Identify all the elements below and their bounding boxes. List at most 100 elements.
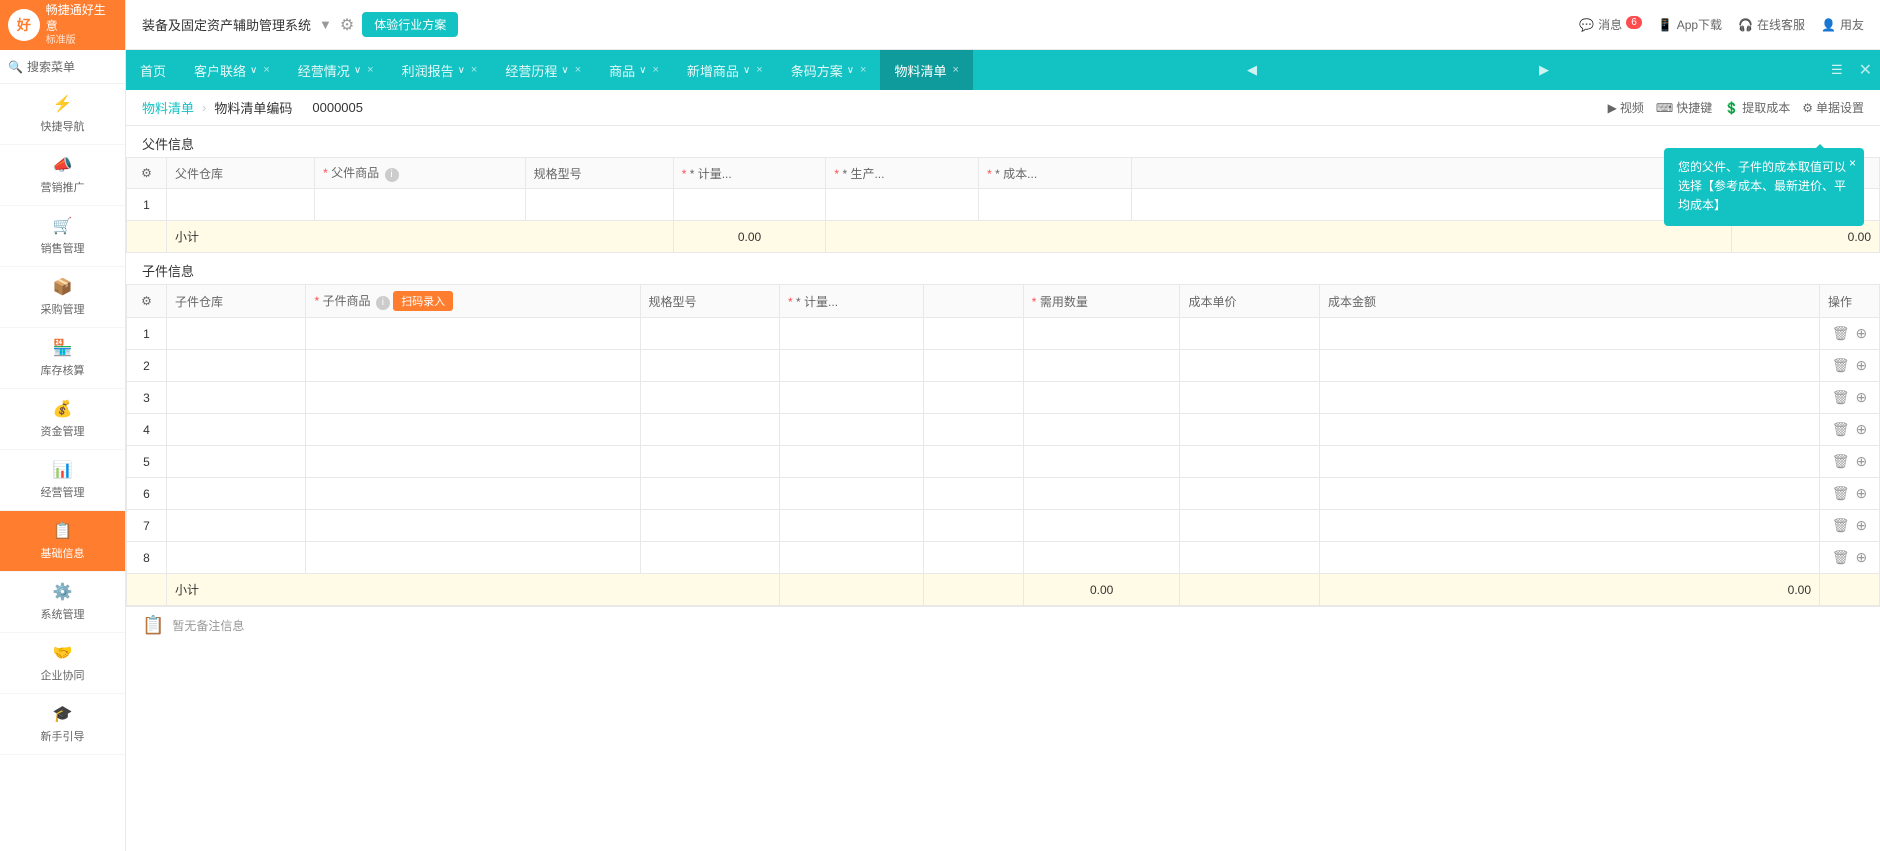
child-spec-cell[interactable] (640, 478, 779, 510)
child-spec-cell[interactable] (640, 510, 779, 542)
child-quantity-cell[interactable] (1023, 446, 1180, 478)
child-unit-cost-cell[interactable] (1180, 318, 1320, 350)
sidebar-item-quick-nav[interactable]: ⚡ 快捷导航 (0, 84, 125, 145)
tab-goods[interactable]: 商品 ∨ × (595, 50, 673, 90)
sidebar-item-inventory[interactable]: 🏪 库存核算 (0, 328, 125, 389)
child-unit-cost-cell[interactable] (1180, 510, 1320, 542)
tooltip-close-button[interactable]: × (1849, 154, 1856, 173)
child-quantity-cell[interactable] (1023, 542, 1180, 574)
child-unit-cell[interactable] (780, 350, 924, 382)
tab-operations[interactable]: 经营情况 ∨ × (284, 50, 388, 90)
child-unit-cell[interactable] (780, 478, 924, 510)
child-unit-cost-cell[interactable] (1180, 446, 1320, 478)
online-service-button[interactable]: 🎧 在线客服 (1738, 16, 1805, 33)
delete-icon[interactable]: 🗑 (1832, 389, 1850, 406)
child-unit-cell[interactable] (780, 446, 924, 478)
barcode-tab-close[interactable]: × (860, 64, 866, 76)
parent-unit-cell[interactable] (673, 189, 826, 221)
tab-history[interactable]: 经营历程 ∨ × (491, 50, 595, 90)
copy-icon[interactable]: ⊕ (1856, 517, 1868, 534)
delete-icon[interactable]: 🗑 (1832, 485, 1850, 502)
video-button[interactable]: ▶ 视频 (1608, 99, 1644, 116)
goods-tab-close[interactable]: × (652, 64, 658, 76)
sidebar-item-sales[interactable]: 🛒 销售管理 (0, 206, 125, 267)
child-unit-cost-cell[interactable] (1180, 350, 1320, 382)
sidebar-item-basic-info[interactable]: 📋 基础信息 (0, 511, 125, 572)
child-goods-cell[interactable] (306, 510, 640, 542)
child-quantity-cell[interactable] (1023, 382, 1180, 414)
child-goods-cell[interactable] (306, 382, 640, 414)
tab-new-goods[interactable]: 新增商品 ∨ × (673, 50, 777, 90)
child-unit-cell[interactable] (780, 318, 924, 350)
sidebar-item-operations[interactable]: 📊 经营管理 (0, 450, 125, 511)
sidebar-item-enterprise[interactable]: 🤝 企业协同 (0, 633, 125, 694)
copy-icon[interactable]: ⊕ (1856, 453, 1868, 470)
parent-cost-cell[interactable] (979, 189, 1132, 221)
tab-customers[interactable]: 客户联络 ∨ × (180, 50, 284, 90)
child-unit-cost-cell[interactable] (1180, 414, 1320, 446)
parent-settings-icon[interactable]: ⚙ (141, 166, 152, 180)
scan-button[interactable]: 扫码录入 (393, 291, 453, 311)
delete-icon[interactable]: 🗑 (1832, 357, 1850, 374)
copy-icon[interactable]: ⊕ (1856, 357, 1868, 374)
child-settings-icon[interactable]: ⚙ (141, 294, 152, 308)
parent-goods-cell[interactable] (315, 189, 525, 221)
delete-icon[interactable]: 🗑 (1832, 325, 1850, 342)
tab-home[interactable]: 首页 (126, 50, 180, 90)
child-warehouse-cell[interactable] (167, 478, 306, 510)
delete-icon[interactable]: 🗑 (1832, 453, 1850, 470)
tab-profit[interactable]: 利润报告 ∨ × (388, 50, 492, 90)
tab-nav-menu[interactable]: ☰ (1823, 62, 1851, 78)
copy-icon[interactable]: ⊕ (1856, 421, 1868, 438)
copy-icon[interactable]: ⊕ (1856, 549, 1868, 566)
shortcuts-button[interactable]: ⌨ 快捷键 (1656, 99, 1712, 116)
child-warehouse-cell[interactable] (167, 542, 306, 574)
parent-goods-info-icon[interactable]: i (385, 168, 399, 182)
child-goods-info-icon[interactable]: i (376, 296, 390, 310)
child-unit-cost-cell[interactable] (1180, 382, 1320, 414)
trial-button[interactable]: 体验行业方案 (362, 12, 458, 37)
child-quantity-cell[interactable] (1023, 318, 1180, 350)
customers-tab-close[interactable]: × (263, 64, 269, 76)
sidebar-item-marketing[interactable]: 📣 营销推广 (0, 145, 125, 206)
tab-barcode[interactable]: 条码方案 ∨ × (777, 50, 881, 90)
child-warehouse-cell[interactable] (167, 318, 306, 350)
child-quantity-cell[interactable] (1023, 414, 1180, 446)
copy-icon[interactable]: ⊕ (1856, 485, 1868, 502)
child-spec-cell[interactable] (640, 350, 779, 382)
new-goods-tab-close[interactable]: × (756, 64, 762, 76)
child-quantity-cell[interactable] (1023, 510, 1180, 542)
child-spec-cell[interactable] (640, 382, 779, 414)
copy-icon[interactable]: ⊕ (1856, 325, 1868, 342)
child-spec-cell[interactable] (640, 414, 779, 446)
parent-production-cell[interactable] (826, 189, 979, 221)
child-spec-cell[interactable] (640, 318, 779, 350)
extract-cost-button[interactable]: 💲 提取成本 (1724, 99, 1790, 116)
tab-nav-next[interactable]: ▶ (1531, 62, 1557, 78)
child-unit-cost-cell[interactable] (1180, 478, 1320, 510)
child-spec-cell[interactable] (640, 542, 779, 574)
sidebar-item-system[interactable]: ⚙️ 系统管理 (0, 572, 125, 633)
child-unit-cell[interactable] (780, 510, 924, 542)
child-spec-cell[interactable] (640, 446, 779, 478)
sidebar-item-purchase[interactable]: 📦 采购管理 (0, 267, 125, 328)
user-menu[interactable]: 👤 用友 (1821, 16, 1864, 33)
single-settings-button[interactable]: ⚙ 单据设置 (1802, 99, 1864, 116)
child-unit-cost-cell[interactable] (1180, 542, 1320, 574)
sidebar-item-finance[interactable]: 💰 资金管理 (0, 389, 125, 450)
child-warehouse-cell[interactable] (167, 414, 306, 446)
delete-icon[interactable]: 🗑 (1832, 517, 1850, 534)
child-warehouse-cell[interactable] (167, 382, 306, 414)
child-goods-cell[interactable] (306, 350, 640, 382)
sidebar-search[interactable]: 🔍 搜索菜单 (0, 50, 125, 84)
copy-icon[interactable]: ⊕ (1856, 389, 1868, 406)
child-unit-cell[interactable] (780, 414, 924, 446)
sidebar-item-guide[interactable]: 🎓 新手引导 (0, 694, 125, 755)
child-quantity-cell[interactable] (1023, 350, 1180, 382)
child-goods-cell[interactable] (306, 318, 640, 350)
child-warehouse-cell[interactable] (167, 350, 306, 382)
parent-warehouse-cell[interactable] (167, 189, 315, 221)
tab-bom[interactable]: 物料清单 × (880, 50, 972, 90)
system-dropdown-icon[interactable]: ▼ (319, 17, 332, 32)
child-warehouse-cell[interactable] (167, 510, 306, 542)
